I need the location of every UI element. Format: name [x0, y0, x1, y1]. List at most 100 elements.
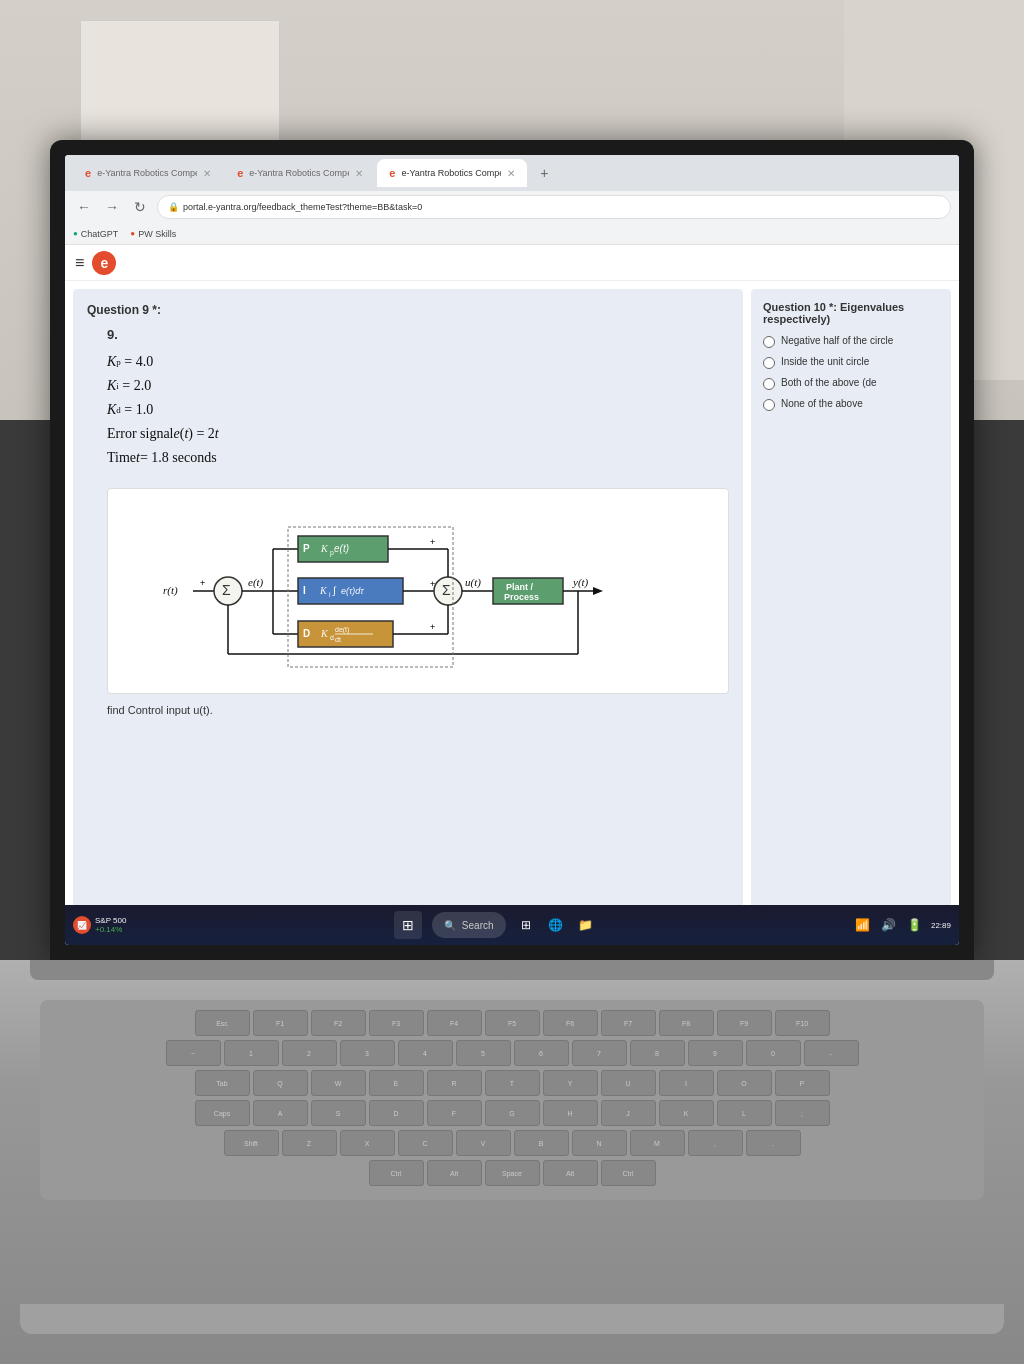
- svg-text:e(t): e(t): [248, 576, 264, 589]
- key-g[interactable]: G: [485, 1100, 540, 1126]
- key-c[interactable]: C: [398, 1130, 453, 1156]
- key-p[interactable]: P: [775, 1070, 830, 1096]
- key-l[interactable]: L: [717, 1100, 772, 1126]
- key-y[interactable]: Y: [543, 1070, 598, 1096]
- bookmark-pwskills[interactable]: ● PW Skills: [130, 229, 176, 239]
- option-inside-circle[interactable]: Inside the unit circle: [763, 356, 939, 369]
- key-m[interactable]: M: [630, 1130, 685, 1156]
- key-4[interactable]: 4: [398, 1040, 453, 1066]
- key-d[interactable]: D: [369, 1100, 424, 1126]
- browser-tab-1[interactable]: e e-Yantra Robotics Competitic ✕: [73, 159, 223, 187]
- key-o[interactable]: O: [717, 1070, 772, 1096]
- key-9[interactable]: 9: [688, 1040, 743, 1066]
- key-f10[interactable]: F10: [775, 1010, 830, 1036]
- key-f4[interactable]: F4: [427, 1010, 482, 1036]
- key-q[interactable]: Q: [253, 1070, 308, 1096]
- radio-none-above[interactable]: [763, 399, 775, 411]
- taskbar-apps-icon[interactable]: ⊞: [516, 915, 536, 935]
- key-0[interactable]: 0: [746, 1040, 801, 1066]
- key-j[interactable]: J: [601, 1100, 656, 1126]
- key-n[interactable]: N: [572, 1130, 627, 1156]
- key-w[interactable]: W: [311, 1070, 366, 1096]
- key-8[interactable]: 8: [630, 1040, 685, 1066]
- key-f[interactable]: F: [427, 1100, 482, 1126]
- key-f8[interactable]: F8: [659, 1010, 714, 1036]
- refresh-button[interactable]: ↻: [129, 196, 151, 218]
- key-esc[interactable]: Esc: [195, 1010, 250, 1036]
- radio-both-above[interactable]: [763, 378, 775, 390]
- browser-tab-3[interactable]: e e-Yantra Robotics Competitic ✕: [377, 159, 527, 187]
- key-t[interactable]: T: [485, 1070, 540, 1096]
- option-negative-half[interactable]: Negative half of the circle: [763, 335, 939, 348]
- taskbar-browser-icon[interactable]: 🌐: [546, 915, 566, 935]
- battery-icon[interactable]: 🔋: [905, 915, 925, 935]
- taskbar-search[interactable]: 🔍 Search: [432, 912, 506, 938]
- tab-close-2[interactable]: ✕: [355, 168, 363, 179]
- key-2[interactable]: 2: [282, 1040, 337, 1066]
- key-6[interactable]: 6: [514, 1040, 569, 1066]
- option-negative-half-text: Negative half of the circle: [781, 335, 893, 346]
- tab-close-1[interactable]: ✕: [203, 168, 211, 179]
- key-v[interactable]: V: [456, 1130, 511, 1156]
- search-placeholder: Search: [462, 920, 494, 931]
- browser-tab-2[interactable]: e e-Yantra Robotics Competitic ✕: [225, 159, 375, 187]
- key-caps[interactable]: Caps: [195, 1100, 250, 1126]
- key-b[interactable]: B: [514, 1130, 569, 1156]
- key-h[interactable]: H: [543, 1100, 598, 1126]
- svg-text:u(t): u(t): [465, 576, 481, 589]
- bookmark-chatgpt[interactable]: ● ChatGPT: [73, 229, 118, 239]
- key-x[interactable]: X: [340, 1130, 395, 1156]
- option-both-above[interactable]: Both of the above (de: [763, 377, 939, 390]
- search-icon: 🔍: [444, 920, 456, 931]
- tab-label-3: e-Yantra Robotics Competitic: [401, 168, 501, 178]
- option-none-above[interactable]: None of the above: [763, 398, 939, 411]
- radio-negative-half[interactable]: [763, 336, 775, 348]
- hamburger-icon[interactable]: ≡: [75, 254, 84, 272]
- new-tab-button[interactable]: +: [533, 162, 555, 184]
- key-ctrl-right[interactable]: Ctrl: [601, 1160, 656, 1186]
- key-s[interactable]: S: [311, 1100, 366, 1126]
- key-f3[interactable]: F3: [369, 1010, 424, 1036]
- key-k[interactable]: K: [659, 1100, 714, 1126]
- key-z[interactable]: Z: [282, 1130, 337, 1156]
- key-semicolon[interactable]: ;: [775, 1100, 830, 1126]
- key-e[interactable]: E: [369, 1070, 424, 1096]
- key-7[interactable]: 7: [572, 1040, 627, 1066]
- key-comma[interactable]: ,: [688, 1130, 743, 1156]
- forward-button[interactable]: →: [101, 196, 123, 218]
- key-space[interactable]: Space: [485, 1160, 540, 1186]
- key-shift[interactable]: Shift: [224, 1130, 279, 1156]
- key-3[interactable]: 3: [340, 1040, 395, 1066]
- key-alt-right[interactable]: Alt: [543, 1160, 598, 1186]
- key-f6-label: F6: [566, 1020, 574, 1027]
- key-f7[interactable]: F7: [601, 1010, 656, 1036]
- address-bar[interactable]: 🔒 portal.e-yantra.org/feedback_themeTest…: [157, 195, 951, 219]
- key-tab[interactable]: Tab: [195, 1070, 250, 1096]
- windows-button[interactable]: ⊞: [394, 911, 422, 939]
- key-f9[interactable]: F9: [717, 1010, 772, 1036]
- key-f6[interactable]: F6: [543, 1010, 598, 1036]
- key-5[interactable]: 5: [456, 1040, 511, 1066]
- key-tilde[interactable]: ~: [166, 1040, 221, 1066]
- tab-close-3[interactable]: ✕: [507, 168, 515, 179]
- key-f3-label: F3: [392, 1020, 400, 1027]
- taskbar-files-icon[interactable]: 📁: [576, 915, 596, 935]
- sound-icon[interactable]: 🔊: [879, 915, 899, 935]
- key-a[interactable]: A: [253, 1100, 308, 1126]
- key-ctrl-left[interactable]: Ctrl: [369, 1160, 424, 1186]
- key-minus[interactable]: -: [804, 1040, 859, 1066]
- network-icon[interactable]: 📶: [853, 915, 873, 935]
- key-f1[interactable]: F1: [253, 1010, 308, 1036]
- back-button[interactable]: ←: [73, 196, 95, 218]
- key-i[interactable]: I: [659, 1070, 714, 1096]
- laptop-hinge: [30, 960, 994, 980]
- svg-text:d: d: [330, 634, 334, 641]
- radio-inside-circle[interactable]: [763, 357, 775, 369]
- key-f5[interactable]: F5: [485, 1010, 540, 1036]
- key-u[interactable]: U: [601, 1070, 656, 1096]
- key-alt-left[interactable]: Alt: [427, 1160, 482, 1186]
- key-f2[interactable]: F2: [311, 1010, 366, 1036]
- key-period[interactable]: .: [746, 1130, 801, 1156]
- key-r[interactable]: R: [427, 1070, 482, 1096]
- key-1[interactable]: 1: [224, 1040, 279, 1066]
